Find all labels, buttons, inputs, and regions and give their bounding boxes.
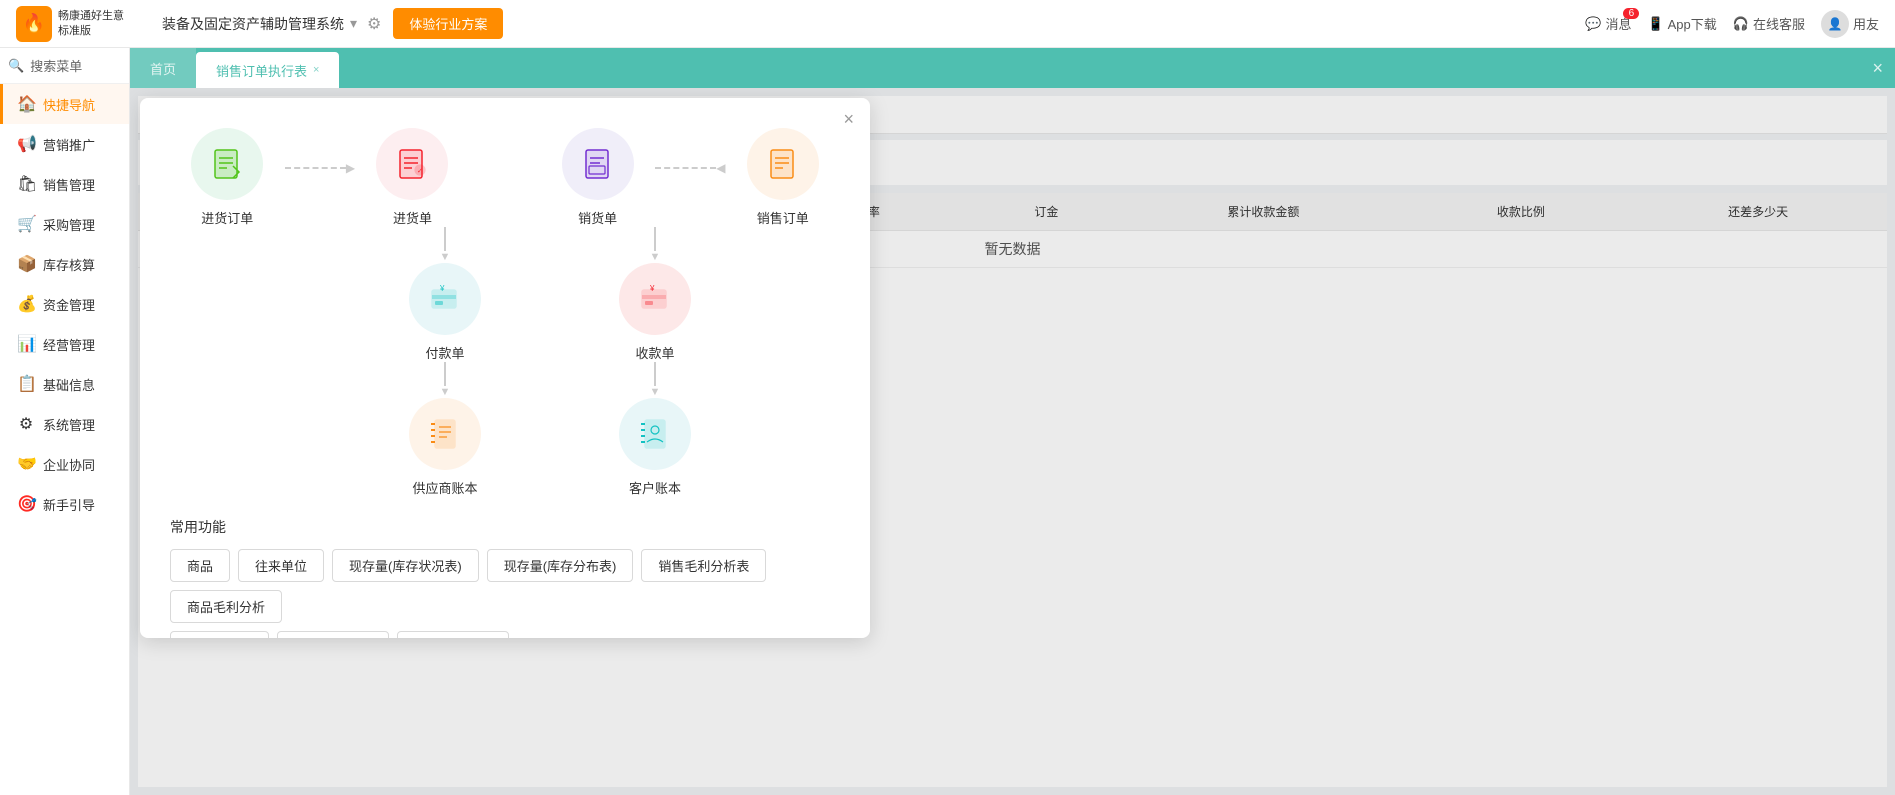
svg-text:✓: ✓ [417,168,423,175]
common-btn-goods[interactable]: 商品 [170,549,230,582]
flow-diagram: 进货订单 ▶ [170,128,840,497]
flow-row-1: 进货订单 ▶ [170,128,840,227]
common-btn-sales-rank[interactable]: 销售排行榜 [170,631,269,638]
flow-node-customer-ledger[interactable]: 客户账本 [590,398,720,497]
search-icon: 🔍 [8,58,24,74]
sales-icon: 🛍 [17,174,35,194]
online-service-button[interactable]: 🎧 在线客服 [1733,14,1805,33]
experience-button[interactable]: 体验行业方案 [393,8,503,39]
common-btn-partners[interactable]: 往来单位 [238,549,324,582]
receipt-bill-icon: ¥ [619,263,691,335]
sales-order-icon [747,128,819,200]
tab-bar: 首页 销售订单执行表 × × [130,48,1895,88]
user-menu[interactable]: 👤 用友 [1821,10,1879,38]
user-avatar: 👤 [1821,10,1849,38]
app-logo-text: 畅康通好生意 标准版 [58,9,124,38]
inventory-icon: 📦 [17,254,35,274]
guide-icon: 🎯 [17,494,35,514]
flow-node-supplier-ledger[interactable]: 供应商账本 [380,398,510,497]
sidebar-item-system[interactable]: ⚙ 系统管理 [0,404,129,444]
payment-bill-icon: ¥ [409,263,481,335]
enterprise-icon: 🤝 [17,454,35,474]
popup-card: × [140,98,870,638]
common-buttons-row-2: 销售排行榜 收款情况统计 付款情况统计 [170,631,840,638]
operation-icon: 📊 [17,334,35,354]
sidebar-item-quick-nav[interactable]: 🏠 快捷导航 [0,84,129,124]
system-icon: ⚙ [17,414,35,434]
supplier-ledger-icon [409,398,481,470]
sidebar-item-enterprise[interactable]: 🤝 企业协同 [0,444,129,484]
sidebar-item-purchase[interactable]: 🛒 采购管理 [0,204,129,244]
system-title: 装备及固定资产辅助管理系统 [162,14,344,34]
tab-sales-order-exec[interactable]: 销售订单执行表 × [196,52,339,88]
customer-ledger-icon [619,398,691,470]
common-btn-stock-status[interactable]: 现存量(库存状况表) [332,549,479,582]
sales-bill-icon [562,128,634,200]
sidebar-item-finance[interactable]: 💰 资金管理 [0,284,129,324]
purchase-icon: 🛒 [17,214,35,234]
flow-node-purchase-order[interactable]: 进货订单 [170,128,285,227]
common-buttons-row-1: 商品 往来单位 现存量(库存状况表) 现存量(库存分布表) 销售毛利分析表 商品… [170,549,840,623]
app-logo-icon: 🔥 [16,6,52,42]
common-btn-stock-dist[interactable]: 现存量(库存分布表) [487,549,634,582]
tab-home[interactable]: 首页 [130,48,196,88]
purchase-bill-icon: ✓ [376,128,448,200]
svg-text:¥: ¥ [649,284,655,293]
flow-node-receipt-bill[interactable]: ¥ 收款单 [590,263,720,362]
close-all-tabs-button[interactable]: × [1872,58,1883,79]
flow-node-sales-bill[interactable]: 销货单 [540,128,655,227]
common-btn-receipt-stats[interactable]: 收款情况统计 [277,631,389,638]
marketing-icon: 📢 [17,134,35,154]
purchase-order-icon [191,128,263,200]
common-btn-payment-stats[interactable]: 付款情况统计 [397,631,509,638]
flow-node-purchase-bill[interactable]: ✓ 进货单 [355,128,470,227]
sidebar-item-guide[interactable]: 🎯 新手引导 [0,484,129,524]
message-button[interactable]: 💬 消息 6 [1585,14,1631,33]
sidebar-item-base[interactable]: 📋 基础信息 [0,364,129,404]
home-icon: 🏠 [17,94,35,114]
flow-row-3: 供应商账本 [170,398,840,497]
svg-text:¥: ¥ [439,284,445,293]
flow-arrow-sales-order-to-bill: ◀ [655,161,726,195]
app-download-button[interactable]: 📱 App下载 [1647,14,1716,33]
system-dropdown-icon[interactable]: ▾ [350,15,357,32]
popup-overlay: × [130,88,1895,795]
app-download-icon: 📱 [1647,16,1663,32]
flow-v-arrows-2: ▼ ▼ [170,362,840,398]
sidebar-item-marketing[interactable]: 📢 营销推广 [0,124,129,164]
sidebar-search[interactable]: 🔍 搜索菜单 [0,48,129,84]
common-functions-title: 常用功能 [170,517,840,537]
message-icon: 💬 [1585,16,1601,32]
flow-node-sales-order[interactable]: 销售订单 [725,128,840,227]
sidebar-item-inventory[interactable]: 📦 库存核算 [0,244,129,284]
popup-close-button[interactable]: × [843,110,854,128]
sidebar-item-sales[interactable]: 🛍 销售管理 [0,164,129,204]
message-badge: 6 [1623,8,1639,19]
flow-v-arrows-1: ▼ ▼ [170,227,840,263]
common-functions-section: 常用功能 商品 往来单位 现存量(库存状况表) 现存量(库存分布表) 销售毛利分… [170,517,840,638]
flow-arrow-purchase-to-bill: ▶ [285,161,356,195]
base-icon: 📋 [17,374,35,394]
common-btn-goods-margin[interactable]: 商品毛利分析 [170,590,282,623]
flow-row-2: ¥ 付款单 [170,263,840,362]
tab-close-icon[interactable]: × [313,64,319,76]
common-btn-sales-margin[interactable]: 销售毛利分析表 [641,549,766,582]
finance-icon: 💰 [17,294,35,314]
sidebar-item-operation[interactable]: 📊 经营管理 [0,324,129,364]
flow-node-payment-bill[interactable]: ¥ 付款单 [380,263,510,362]
headset-icon: 🎧 [1733,16,1749,32]
settings-icon[interactable]: ⚙ [367,14,381,34]
